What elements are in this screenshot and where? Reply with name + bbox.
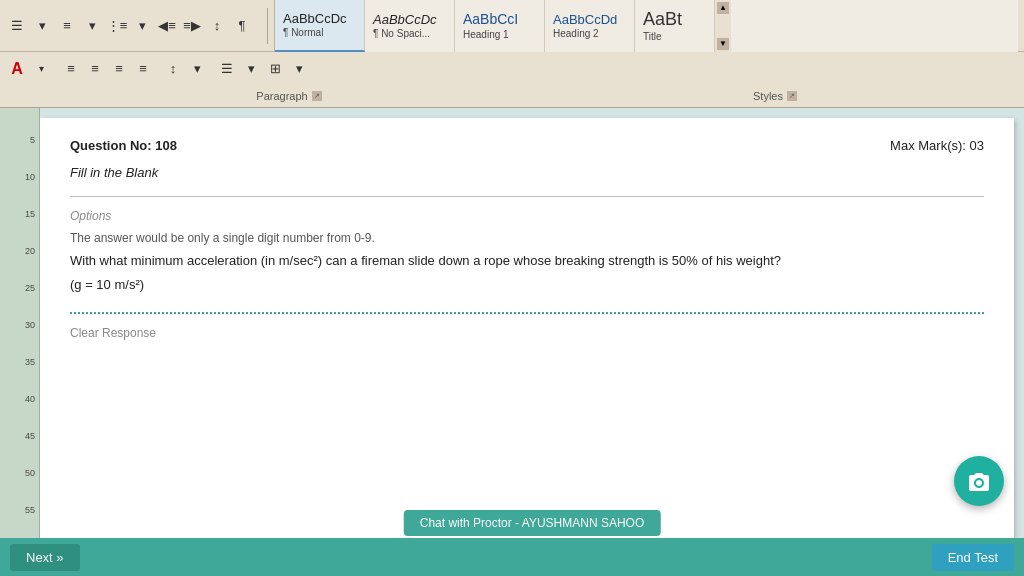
chat-bar[interactable]: Chat with Proctor - AYUSHMANN SAHOO: [404, 510, 661, 536]
bullets-icon[interactable]: ☰: [6, 15, 28, 37]
styles-section-label: Styles ↗: [532, 90, 1018, 102]
ruler-left: 5 10 15 20 25 30 35 40 45 50 55: [0, 108, 40, 576]
ruler-area: 5 10 15 20 25 30 35 40 45 50 55 Question…: [0, 108, 1024, 576]
styles-scroll-up[interactable]: ▲: [717, 2, 729, 14]
style-heading2-label: Heading 2: [553, 28, 599, 39]
sort-icon[interactable]: ↕: [206, 15, 228, 37]
style-heading1-label: Heading 1: [463, 29, 509, 40]
shading-dropdown[interactable]: ▾: [240, 58, 262, 80]
question-number: Question No: 108: [70, 138, 177, 153]
line-spacing-dropdown[interactable]: ▾: [186, 58, 208, 80]
chat-label: Chat with Proctor - AYUSHMANN SAHOO: [420, 516, 645, 530]
align-justify-icon[interactable]: ≡: [132, 58, 154, 80]
shading-icon[interactable]: ☰: [216, 58, 238, 80]
end-test-button[interactable]: End Test: [932, 544, 1014, 571]
styles-panel: AaBbCcDc ¶ Normal AaBbCcDc ¶ No Spaci...…: [274, 0, 1018, 52]
align-right-icon[interactable]: ≡: [108, 58, 130, 80]
ruler-mark-55: 55: [0, 506, 39, 515]
ruler-mark-5: 5: [0, 136, 39, 145]
style-title-preview: AaBt: [643, 9, 682, 31]
ruler-mark-15: 15: [0, 210, 39, 219]
style-heading2-preview: AaBbCcDd: [553, 12, 617, 28]
paragraph-expander[interactable]: ↗: [312, 91, 322, 101]
paragraph-section-label: Paragraph ↗: [46, 90, 532, 102]
multilevel-dropdown-icon[interactable]: ▾: [131, 15, 153, 37]
align-left-icon[interactable]: ≡: [60, 58, 82, 80]
toolbar-row1: ☰ ▾ ≡ ▾ ⋮≡ ▾ ◀≡ ≡▶ ↕ ¶ AaBbCcDc ¶ Normal…: [0, 0, 1024, 52]
options-label: Options: [70, 209, 984, 223]
clear-response-button[interactable]: Clear Response: [70, 326, 984, 340]
question-type: Fill in the Blank: [70, 165, 984, 180]
style-no-spacing[interactable]: AaBbCcDc ¶ No Spaci...: [365, 0, 455, 52]
style-heading1-preview: AaBbCcI: [463, 11, 518, 28]
style-normal-preview: AaBbCcDc: [283, 11, 347, 27]
question-divider: [70, 196, 984, 197]
question-text: With what minimum acceleration (in m/sec…: [70, 251, 984, 271]
ruler-mark-30: 30: [0, 321, 39, 330]
answer-input-line[interactable]: [70, 312, 984, 314]
camera-icon: [966, 471, 992, 491]
bottom-navigation-bar: Next » End Test: [0, 538, 1024, 576]
style-title-label: Title: [643, 31, 662, 42]
ruler-mark-50: 50: [0, 469, 39, 478]
styles-expander[interactable]: ↗: [787, 91, 797, 101]
ruler-mark-45: 45: [0, 432, 39, 441]
align-center-icon[interactable]: ≡: [84, 58, 106, 80]
increase-indent-icon[interactable]: ≡▶: [181, 15, 203, 37]
style-heading2[interactable]: AaBbCcDd Heading 2: [545, 0, 635, 52]
ruler-mark-40: 40: [0, 395, 39, 404]
style-no-spacing-preview: AaBbCcDc: [373, 12, 437, 28]
question-sub: (g = 10 m/s²): [70, 277, 984, 292]
pilcrow-icon[interactable]: ¶: [231, 15, 253, 37]
ruler-mark-35: 35: [0, 358, 39, 367]
toolbar: ☰ ▾ ≡ ▾ ⋮≡ ▾ ◀≡ ≡▶ ↕ ¶ AaBbCcDc ¶ Normal…: [0, 0, 1024, 108]
ruler-mark-20: 20: [0, 247, 39, 256]
decrease-indent-icon[interactable]: ◀≡: [156, 15, 178, 37]
question-header: Question No: 108 Max Mark(s): 03: [70, 138, 984, 153]
styles-label: Styles: [753, 90, 783, 102]
styles-scroll-down[interactable]: ▼: [717, 38, 729, 50]
label-row: Paragraph ↗ Styles ↗: [0, 85, 1024, 107]
next-button[interactable]: Next »: [10, 544, 80, 571]
style-normal-label: ¶ Normal: [283, 27, 323, 38]
main-content: Question No: 108 Max Mark(s): 03 Fill in…: [40, 108, 1024, 576]
bullets-dropdown-icon[interactable]: ▾: [31, 15, 53, 37]
style-normal[interactable]: AaBbCcDc ¶ Normal: [275, 0, 365, 52]
toolbar-divider1: [267, 8, 268, 44]
line-spacing-icon[interactable]: ↕: [162, 58, 184, 80]
style-title[interactable]: AaBt Title: [635, 0, 715, 52]
border-dropdown[interactable]: ▾: [288, 58, 310, 80]
border-icon[interactable]: ⊞: [264, 58, 286, 80]
toolbar-row2: A ▾ ≡ ≡ ≡ ≡ ↕ ▾ ☰ ▾ ⊞ ▾: [0, 52, 1024, 85]
font-color-dropdown[interactable]: ▾: [30, 58, 52, 80]
numbering-icon[interactable]: ≡: [56, 15, 78, 37]
ruler-mark-25: 25: [0, 284, 39, 293]
document-page: Question No: 108 Max Mark(s): 03 Fill in…: [40, 118, 1014, 538]
numbering-dropdown-icon[interactable]: ▾: [81, 15, 103, 37]
camera-button[interactable]: [954, 456, 1004, 506]
paragraph-label: Paragraph: [256, 90, 307, 102]
styles-scrollbar[interactable]: ▲ ▼: [715, 0, 731, 52]
max-marks: Max Mark(s): 03: [890, 138, 984, 153]
style-heading1[interactable]: AaBbCcI Heading 1: [455, 0, 545, 52]
multilevel-icon[interactable]: ⋮≡: [106, 15, 128, 37]
answer-hint: The answer would be only a single digit …: [70, 231, 984, 245]
style-no-spacing-label: ¶ No Spaci...: [373, 28, 430, 39]
paragraph-icons: ☰ ▾ ≡ ▾ ⋮≡ ▾ ◀≡ ≡▶ ↕ ¶: [6, 15, 253, 37]
font-color-a-icon[interactable]: A: [6, 58, 28, 80]
ruler-mark-10: 10: [0, 173, 39, 182]
